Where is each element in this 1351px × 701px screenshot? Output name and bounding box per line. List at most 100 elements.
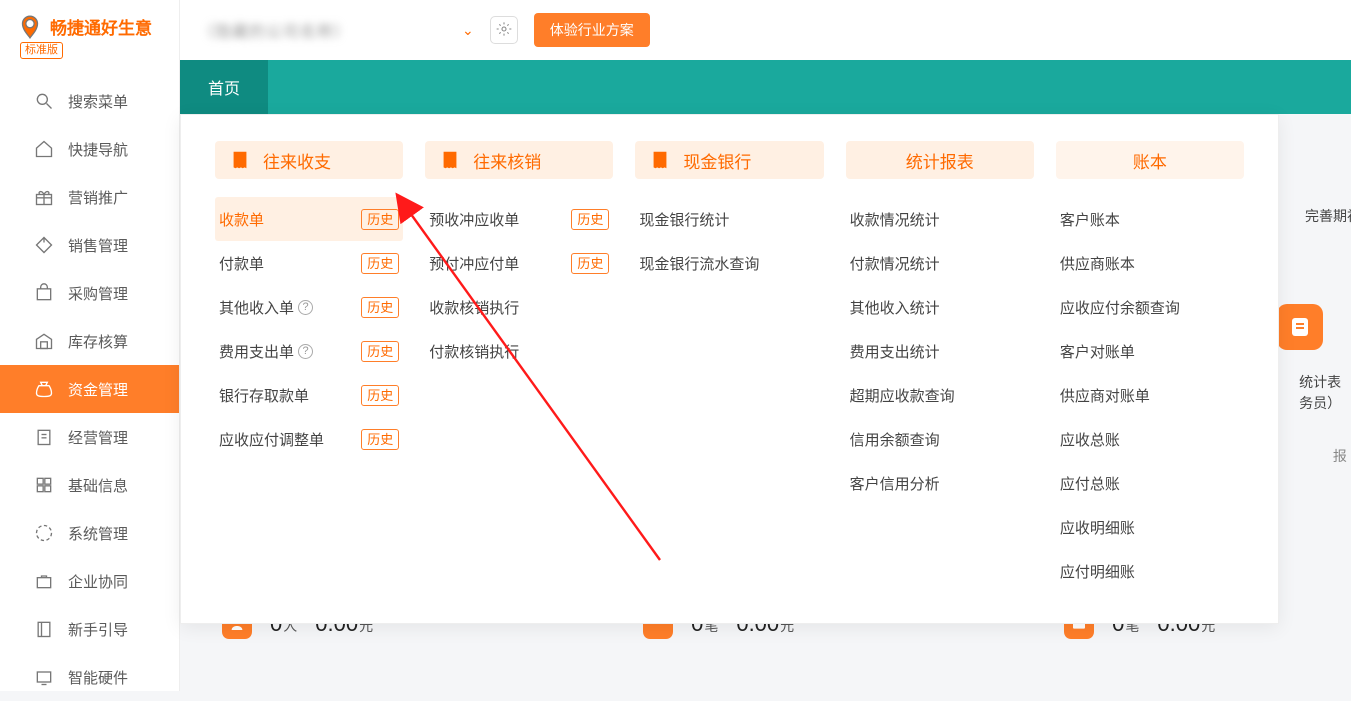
brand-logo-icon: [20, 17, 40, 37]
menu-item-ap-detail[interactable]: 应付明细账: [1056, 549, 1244, 593]
menu-item-credit-analysis[interactable]: 客户信用分析: [846, 461, 1034, 505]
brand-name: 畅捷通好生意: [50, 14, 152, 39]
mega-col-reports: 统计报表 收款情况统计 付款情况统计 其他收入统计 费用支出统计 超期应收款查询…: [846, 141, 1034, 603]
sidebar-item-purchase[interactable]: 采购管理: [0, 269, 179, 317]
sidebar-item-label: 营销推广: [68, 187, 128, 208]
sidebar-item-enterprise[interactable]: 企业协同: [0, 557, 179, 605]
setup-hint[interactable]: 完善期初: [1305, 206, 1351, 226]
gift-icon: [34, 187, 54, 207]
org-switcher[interactable]: （隐藏的公司名称）: [198, 16, 438, 44]
sidebar-item-sales[interactable]: 销售管理: [0, 221, 179, 269]
history-tag[interactable]: 历史: [571, 253, 609, 274]
history-tag[interactable]: 历史: [361, 385, 399, 406]
sidebar: 畅捷通好生意 标准版 搜索菜单 快捷导航 营销推广 销售管理 采购管理: [0, 0, 180, 691]
menu-item-cashbank-stat[interactable]: 现金银行统计: [635, 197, 823, 241]
sidebar-item-system[interactable]: 系统管理: [0, 509, 179, 557]
menu-item-recv-writeoff[interactable]: 收款核销执行: [425, 285, 613, 329]
menu-item-arap-balance[interactable]: 应收应付余额查询: [1056, 285, 1244, 329]
mega-col-header: 统计报表: [846, 141, 1034, 179]
menu-item-vendor-ledger[interactable]: 供应商账本: [1056, 241, 1244, 285]
report-shortcut-icon[interactable]: [1277, 304, 1323, 350]
menu-item-bank-transfer[interactable]: 银行存取款单 历史: [215, 373, 403, 417]
menu-item-expense-stat[interactable]: 费用支出统计: [846, 329, 1034, 373]
settings-button[interactable]: [490, 16, 518, 44]
sidebar-item-stock[interactable]: 库存核算: [0, 317, 179, 365]
warehouse-icon: [34, 331, 54, 351]
topbar: （隐藏的公司名称） ⌄ 体验行业方案: [180, 0, 1351, 60]
menu-item-other-income[interactable]: 其他收入单? 历史: [215, 285, 403, 329]
menu-item-other-income-stat[interactable]: 其他收入统计: [846, 285, 1034, 329]
sidebar-item-label: 新手引导: [68, 619, 128, 640]
history-tag[interactable]: 历史: [571, 209, 609, 230]
industry-plan-button[interactable]: 体验行业方案: [534, 13, 650, 47]
tag-icon: [34, 235, 54, 255]
menu-item-credit-balance[interactable]: 信用余额查询: [846, 417, 1034, 461]
briefcase-icon: [34, 571, 54, 591]
menu-item-cust-statement[interactable]: 客户对账单: [1056, 329, 1244, 373]
receipt-icon: [649, 149, 671, 171]
receipt-icon: [229, 149, 251, 171]
sidebar-item-finance[interactable]: 资金管理: [0, 365, 179, 413]
menu-item-ap-ledger[interactable]: 应付总账: [1056, 461, 1244, 505]
mega-col-header: 现金银行: [635, 141, 823, 179]
menu-item-prepay-offset[interactable]: 预付冲应付单 历史: [425, 241, 613, 285]
menu-item-pay-writeoff[interactable]: 付款核销执行: [425, 329, 613, 373]
sidebar-nav: 搜索菜单 快捷导航 营销推广 销售管理 采购管理 库存核算 资金: [0, 77, 179, 701]
mega-col-header: 往来核销: [425, 141, 613, 179]
help-icon[interactable]: ?: [298, 344, 313, 359]
menu-item-expense[interactable]: 费用支出单? 历史: [215, 329, 403, 373]
loading-icon: [34, 523, 54, 543]
history-tag[interactable]: 历史: [361, 253, 399, 274]
sidebar-item-base[interactable]: 基础信息: [0, 461, 179, 509]
org-name-text: （隐藏的公司名称）: [198, 18, 351, 42]
sidebar-item-guide[interactable]: 新手引导: [0, 605, 179, 653]
menu-item-recv-stat[interactable]: 收款情况统计: [846, 197, 1034, 241]
sidebar-item-hardware[interactable]: 智能硬件: [0, 653, 179, 701]
sidebar-item-label: 企业协同: [68, 571, 128, 592]
tab-label: 首页: [208, 75, 240, 99]
report-more-link[interactable]: 报 >: [1333, 446, 1351, 466]
brand-block: 畅捷通好生意 标准版: [0, 0, 179, 65]
menu-item-payment-bill[interactable]: 付款单 历史: [215, 241, 403, 285]
sidebar-item-business[interactable]: 经营管理: [0, 413, 179, 461]
tab-home[interactable]: 首页: [180, 60, 268, 114]
history-tag[interactable]: 历史: [361, 297, 399, 318]
history-tag[interactable]: 历史: [361, 429, 399, 450]
search-icon: [34, 91, 54, 111]
menu-item-pay-stat[interactable]: 付款情况统计: [846, 241, 1034, 285]
help-icon[interactable]: ?: [298, 300, 313, 315]
menu-item-overdue-ar[interactable]: 超期应收款查询: [846, 373, 1034, 417]
home-icon: [34, 139, 54, 159]
menu-item-ar-ap-adjust[interactable]: 应收应付调整单 历史: [215, 417, 403, 461]
sidebar-item-label: 搜索菜单: [68, 91, 128, 112]
menu-item-cust-ledger[interactable]: 客户账本: [1056, 197, 1244, 241]
sidebar-item-label: 销售管理: [68, 235, 128, 256]
sidebar-item-quicknav[interactable]: 快捷导航: [0, 125, 179, 173]
menu-item-vendor-statement[interactable]: 供应商对账单: [1056, 373, 1244, 417]
chevron-down-icon[interactable]: ⌄: [462, 22, 474, 39]
sidebar-item-marketing[interactable]: 营销推广: [0, 173, 179, 221]
book-icon: [34, 619, 54, 639]
menu-item-receipt-bill[interactable]: 收款单 历史: [215, 197, 403, 241]
money-bag-icon: [34, 379, 54, 399]
menu-item-ar-ledger[interactable]: 应收总账: [1056, 417, 1244, 461]
sidebar-item-label: 基础信息: [68, 475, 128, 496]
mega-col-writeoff: 往来核销 预收冲应收单 历史 预付冲应付单 历史 收款核销执行 付款核销执行: [425, 141, 613, 603]
menu-item-prerecv-offset[interactable]: 预收冲应收单 历史: [425, 197, 613, 241]
menu-item-cashbank-flow[interactable]: 现金银行流水查询: [635, 241, 823, 285]
sidebar-item-search[interactable]: 搜索菜单: [0, 77, 179, 125]
cart-icon: [34, 283, 54, 303]
gear-icon: [496, 21, 512, 40]
mega-col-header: 往来收支: [215, 141, 403, 179]
grid-icon: [34, 475, 54, 495]
menu-item-ar-detail[interactable]: 应收明细账: [1056, 505, 1244, 549]
history-tag[interactable]: 历史: [361, 209, 399, 230]
button-label: 体验行业方案: [550, 20, 634, 40]
sidebar-item-label: 系统管理: [68, 523, 128, 544]
history-tag[interactable]: 历史: [361, 341, 399, 362]
mega-col-header: 账本: [1056, 141, 1244, 179]
brand-edition-tag: 标准版: [20, 42, 63, 59]
sidebar-item-label: 资金管理: [68, 379, 128, 400]
clipboard-icon: [34, 427, 54, 447]
tv-icon: [34, 667, 54, 687]
